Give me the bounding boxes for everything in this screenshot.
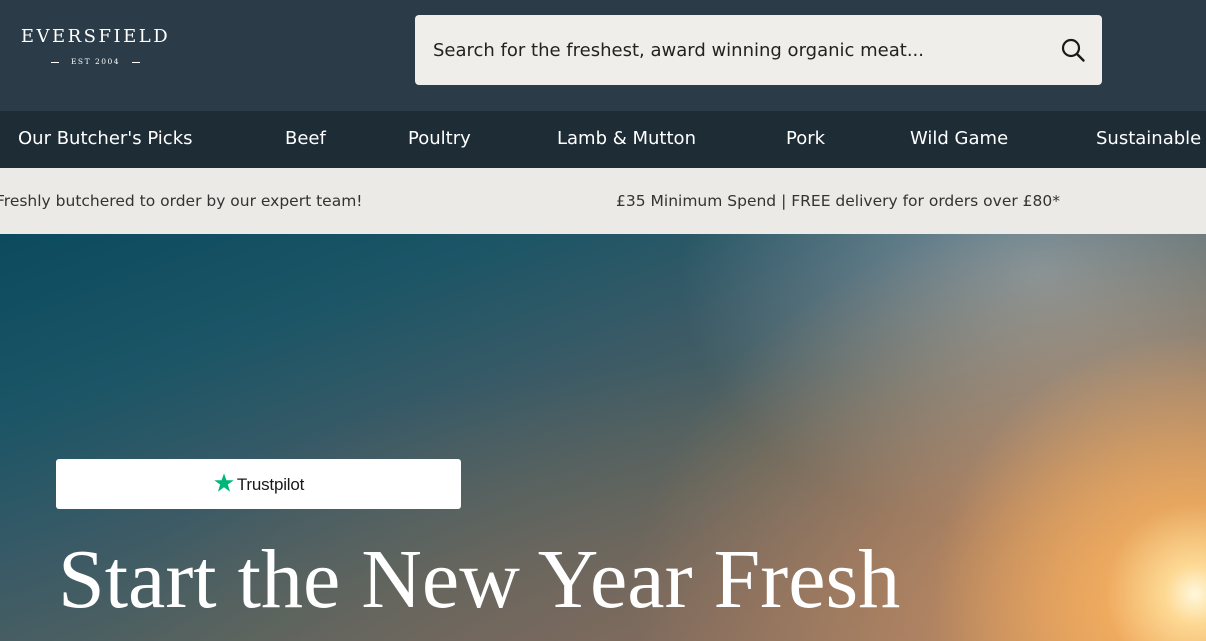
search-input[interactable] xyxy=(433,15,1043,85)
logo-dash-right xyxy=(132,61,141,63)
hero-banner: Trustpilot Start the New Year Fresh xyxy=(0,234,1206,641)
hero-title: Start the New Year Fresh xyxy=(58,533,901,626)
brand-wordmark: EVERSFIELD xyxy=(20,26,171,47)
main-nav: Our Butcher's Picks Beef Poultry Lamb & … xyxy=(0,111,1206,168)
brand-established: EST 2004 xyxy=(18,57,173,66)
promo-message-butchered: Freshly butchered to order by our expert… xyxy=(0,192,363,210)
nav-item-pork[interactable]: Pork xyxy=(786,111,825,168)
brand-logo[interactable]: EVERSFIELD EST 2004 xyxy=(18,26,173,72)
nav-item-sustainable[interactable]: Sustainable xyxy=(1096,111,1201,168)
nav-item-beef[interactable]: Beef xyxy=(285,111,326,168)
logo-dash-left xyxy=(50,61,59,63)
trustpilot-label: Trustpilot xyxy=(236,474,305,494)
search-icon[interactable] xyxy=(1060,37,1086,63)
site-header: EVERSFIELD EST 2004 xyxy=(0,0,1206,111)
promo-bar: Freshly butchered to order by our expert… xyxy=(0,168,1206,234)
promo-message-delivery: £35 Minimum Spend | FREE delivery for or… xyxy=(616,192,1060,210)
nav-item-poultry[interactable]: Poultry xyxy=(408,111,471,168)
trustpilot-content: Trustpilot xyxy=(56,459,461,509)
nav-item-lamb-mutton[interactable]: Lamb & Mutton xyxy=(557,111,696,168)
star-icon xyxy=(214,472,234,492)
nav-item-wild-game[interactable]: Wild Game xyxy=(910,111,1008,168)
nav-item-butchers-picks[interactable]: Our Butcher's Picks xyxy=(18,111,193,168)
search-bar xyxy=(415,15,1102,85)
brand-established-text: EST 2004 xyxy=(70,57,121,66)
trustpilot-widget[interactable]: Trustpilot xyxy=(56,459,461,509)
